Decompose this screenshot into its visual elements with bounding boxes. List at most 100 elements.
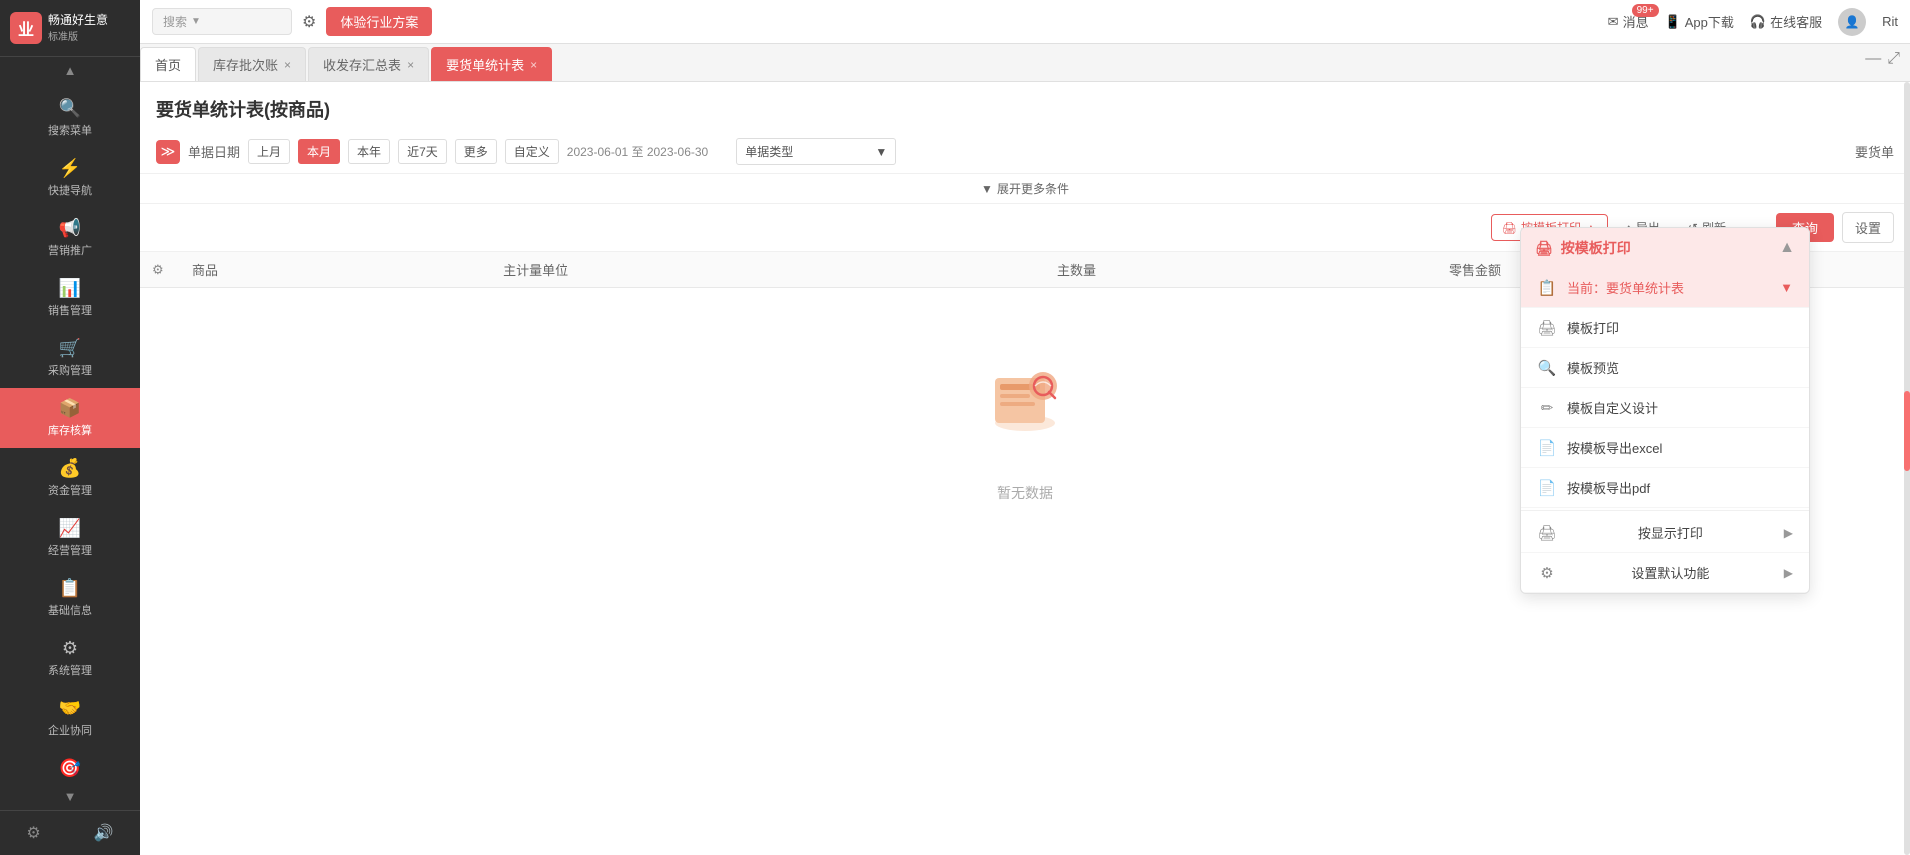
date-prev-month[interactable]: 上月 [248,139,290,164]
print-icon: 🖨 [1502,221,1517,235]
tab-home-label: 首页 [155,55,181,74]
sidebar-scroll-up[interactable]: ▲ [0,57,140,84]
filter-expand-btn[interactable]: ≫ [156,140,180,164]
tab-order-stats[interactable]: 要货单统计表 × [431,47,552,81]
tab-inventory-batch-label: 库存批次账 [213,55,278,74]
template-design-item[interactable]: ✏ 模板自定义设计 [1521,388,1809,428]
template-design-label: 模板自定义设计 [1567,398,1658,417]
display-print-arrow: ▶ [1784,526,1793,540]
sidebar-icon-shortcut: ⚡ [59,158,81,179]
default-func-icon: ⚙ [1537,564,1557,582]
sidebar-label-operation: 经营管理 [48,542,92,558]
template-export-pdf-item[interactable]: 📄 按模板导出pdf [1521,468,1809,508]
sidebar-item-shortcut[interactable]: ⚡ 快捷导航 [0,148,140,208]
avatar[interactable]: 👤 [1838,8,1866,36]
th-product: 商品 [180,252,491,288]
sidebar-label-inventory: 库存核算 [48,422,92,438]
sidebar-item-operation[interactable]: 📈 经营管理 [0,508,140,568]
settings-btn[interactable]: 设置 [1842,212,1894,243]
tab-receipt-summary-label: 收发存汇总表 [323,55,401,74]
tab-order-stats-label: 要货单统计表 [446,55,524,74]
sidebar-icon-basic: 📋 [59,578,81,599]
sidebar-item-marketing_promo[interactable]: 📢 营销推广 [0,208,140,268]
sidebar-settings-btn[interactable]: ⚙ [18,819,48,847]
sidebar-audio-btn[interactable]: 🔊 [86,819,122,847]
sidebar-item-sales[interactable]: 📊 销售管理 [0,268,140,328]
date-this-month[interactable]: 本月 [298,139,340,164]
default-func-label: 设置默认功能 [1631,563,1709,582]
tab-inventory-batch[interactable]: 库存批次账 × [198,47,306,81]
sidebar: 业 畅通好生意 标准版 ▲ 🔍 搜索菜单 ⚡ 快捷导航 📢 营销推广 📊 销售管… [0,0,140,855]
print-dropdown-header: 🖨 按模板打印 ▲ [1521,228,1809,268]
display-print-label: 按显示打印 [1638,523,1703,542]
sidebar-item-purchase[interactable]: 🛒 采购管理 [0,328,140,388]
date-more[interactable]: 更多 [455,139,497,164]
search-placeholder: 搜索 [163,13,187,30]
expand-more-label: 展开更多条件 [997,180,1069,197]
message-icon: ✉ [1608,14,1619,30]
sidebar-icon-system: ⚙ [62,638,78,659]
expand-more-btn[interactable]: ▼ 展开更多条件 [981,180,1069,197]
sidebar-icon-collab: 🤝 [59,698,81,719]
date-custom[interactable]: 自定义 [505,139,559,164]
settings-icon[interactable]: ⚙ [302,12,316,32]
scrollbar[interactable] [1904,82,1910,855]
scrollbar-thumb[interactable] [1904,391,1910,471]
app-logo: 业 畅通好生意 标准版 [0,0,140,57]
maximize-icon[interactable]: ⤢ [1887,50,1900,68]
sidebar-item-newbie[interactable]: 🎯 新手引导 [0,748,140,783]
sidebar-item-basic[interactable]: 📋 基础信息 [0,568,140,628]
print-dropdown-current[interactable]: 📋 当前：要货单统计表 ▼ [1521,268,1809,308]
current-template-label: 当前：要货单统计表 [1567,278,1684,297]
online-service-btn[interactable]: 🎧 在线客服 [1750,12,1822,31]
template-design-icon: ✏ [1537,399,1557,417]
sidebar-label-system: 系统管理 [48,662,92,678]
template-preview-item[interactable]: 🔍 模板预览 [1521,348,1809,388]
sidebar-item-search[interactable]: 🔍 搜索菜单 [0,88,140,148]
tab-receipt-summary[interactable]: 收发存汇总表 × [308,47,429,81]
sidebar-label-collab: 企业协同 [48,722,92,738]
sidebar-label-sales: 销售管理 [48,302,92,318]
minimize-icon[interactable]: — [1865,50,1881,68]
sidebar-item-finance[interactable]: 💰 资金管理 [0,448,140,508]
date-last-7days[interactable]: 近7天 [398,139,447,164]
current-arrow-icon: ▼ [1780,280,1793,295]
display-print-item[interactable]: 🖨 按显示打印 ▶ [1521,513,1809,553]
sidebar-scroll-down[interactable]: ▼ [0,783,140,810]
table-column-settings-icon[interactable]: ⚙ [152,262,164,277]
order-item-label: 要货单 [1855,142,1894,161]
tab-resize-btns: — ⤢ [1865,50,1900,68]
empty-icon [975,348,1075,467]
page-header: 要货单统计表(按商品) [140,82,1910,130]
print-dropdown-up-btn[interactable]: ▲ [1779,239,1795,257]
message-btn[interactable]: ✉ 消息 99+ [1608,12,1649,31]
template-export-excel-item[interactable]: 📄 按模板导出excel [1521,428,1809,468]
sidebar-item-collab[interactable]: 🤝 企业协同 [0,688,140,748]
message-badge: 99+ [1632,4,1659,17]
chevron-down-icon: ▼ [191,16,201,27]
tab-home[interactable]: 首页 [140,47,196,81]
app-download-btn[interactable]: 📱 App下载 [1665,12,1734,31]
tab-receipt-summary-close[interactable]: × [407,58,414,72]
sidebar-item-system[interactable]: ⚙ 系统管理 [0,628,140,688]
search-input[interactable]: 搜索 ▼ [152,8,292,35]
template-print-item[interactable]: 🖨 模板打印 [1521,308,1809,348]
doc-type-select[interactable]: 单据类型 ▼ [736,138,896,165]
sidebar-icon-marketing_promo: 📢 [59,218,81,239]
tab-order-stats-close[interactable]: × [530,58,537,72]
date-range: 2023-06-01 至 2023-06-30 [567,143,708,160]
sidebar-label-marketing_promo: 营销推广 [48,242,92,258]
sidebar-icon-sales: 📊 [59,278,81,299]
page-content: 要货单统计表(按商品) ≫ 单据日期 上月 本月 本年 近7天 更多 自定义 2… [140,82,1910,855]
sidebar-icon-newbie: 🎯 [59,758,81,779]
chevron-down-icon: ▼ [875,145,887,159]
print-dropdown-title: 按模板打印 [1561,238,1631,258]
empty-text: 暂无数据 [997,483,1053,503]
default-func-item[interactable]: ⚙ 设置默认功能 ▶ [1521,553,1809,593]
date-this-year[interactable]: 本年 [348,139,390,164]
tab-inventory-batch-close[interactable]: × [284,58,291,72]
current-template-icon: 📋 [1537,279,1557,297]
trial-button[interactable]: 体验行业方案 [326,7,432,36]
sidebar-item-inventory[interactable]: 📦 库存核算 [0,388,140,448]
sidebar-label-purchase: 采购管理 [48,362,92,378]
